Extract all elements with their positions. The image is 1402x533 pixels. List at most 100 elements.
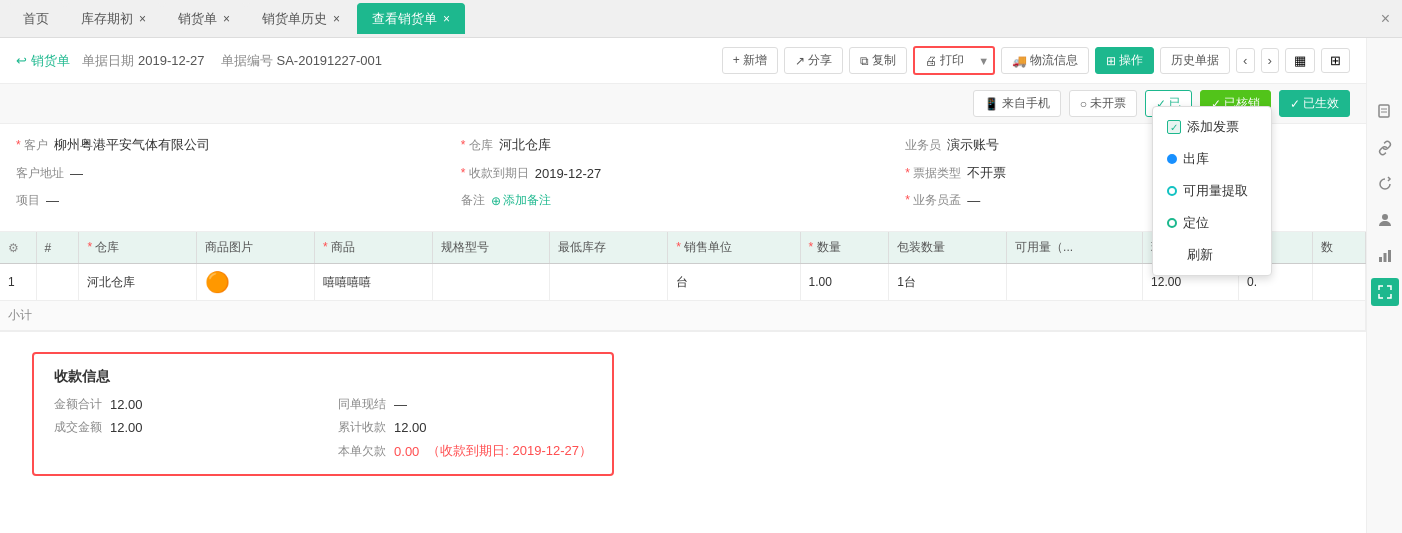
effect-status-btn[interactable]: ✓ 已生效: [1279, 90, 1350, 117]
dropdown-item-refresh[interactable]: 刷新: [1153, 239, 1271, 271]
ops-icon: ⊞: [1106, 54, 1116, 68]
form-row-1: 客户 柳州粤港平安气体有限公司 仓库 河北仓库 业务员 演示账号: [16, 136, 1350, 154]
sidebar-doc-icon[interactable]: [1371, 98, 1399, 126]
next-button[interactable]: ›: [1261, 48, 1279, 73]
col-settings[interactable]: ⚙: [0, 232, 36, 264]
tab-view-sales[interactable]: 查看销货单 ×: [357, 3, 465, 34]
row-extra: [1313, 264, 1366, 301]
cumulative-value: 12.00: [394, 420, 427, 435]
outbound-radio-icon: [1167, 154, 1177, 164]
staff-field: 业务员 演示账号: [905, 136, 1350, 154]
mobile-status-btn[interactable]: 📱 来自手机: [973, 90, 1061, 117]
invoice-icon: ○: [1080, 97, 1087, 111]
remark-label: 备注: [461, 192, 485, 209]
doc-meta: 单据日期 2019-12-27 单据编号 SA-20191227-001: [82, 52, 382, 70]
project-value: —: [46, 193, 59, 208]
print-dropdown-arrow[interactable]: ▼: [974, 51, 993, 71]
payment-info-box: 收款信息 金额合计 12.00 同单现结 — 成交金额 12.00: [32, 352, 614, 476]
cumulative-label: 累计收款: [338, 419, 386, 436]
col-warehouse: 仓库: [79, 232, 197, 264]
svg-rect-4: [1379, 257, 1382, 262]
available-radio-icon: [1167, 186, 1177, 196]
customer-label: 客户: [16, 137, 48, 154]
col-more: 数: [1313, 232, 1366, 264]
tab-home[interactable]: 首页: [8, 3, 64, 34]
sidebar-chart-icon[interactable]: [1371, 242, 1399, 270]
dropdown-item-outbound[interactable]: 出库: [1153, 143, 1271, 175]
doc-header: ↩ 销货单 单据日期 2019-12-27 单据编号 SA-20191227-0…: [0, 38, 1366, 84]
row-sales-unit: 台: [668, 264, 800, 301]
subtotal-row: 小计: [0, 301, 1366, 331]
arrears-value: 0.00: [394, 444, 419, 459]
total-amount-item: 金额合计 12.00: [54, 396, 308, 413]
dropdown-item-available[interactable]: 可用量提取: [1153, 175, 1271, 207]
row-num: 1: [0, 264, 36, 301]
transaction-value: 12.00: [110, 420, 143, 435]
same-order-item: 同单现结 —: [338, 396, 592, 413]
col-sales-unit: 销售单位: [668, 232, 800, 264]
dropdown-item-location[interactable]: 定位: [1153, 207, 1271, 239]
project-label: 项目: [16, 192, 40, 209]
close-inventory-tab[interactable]: ×: [139, 12, 146, 26]
copy-button[interactable]: ⧉ 复制: [849, 47, 907, 74]
warehouse-label: 仓库: [461, 137, 493, 154]
col-quantity: 数量: [800, 232, 889, 264]
copy-icon: ⧉: [860, 54, 869, 68]
invoice-checkbox-icon: ✓: [1167, 120, 1181, 134]
new-button[interactable]: + 新增: [722, 47, 778, 74]
share-button[interactable]: ↗ 分享: [784, 47, 843, 74]
close-sales-tab[interactable]: ×: [223, 12, 230, 26]
sidebar-link-icon[interactable]: [1371, 134, 1399, 162]
tab-inventory-start[interactable]: 库存期初 ×: [66, 3, 161, 34]
tab-sales-history[interactable]: 销货单历史 ×: [247, 3, 355, 34]
staff-value: 演示账号: [947, 136, 999, 154]
effect-icon: ✓: [1290, 97, 1300, 111]
biz-staff-field: 业务员孟 —: [905, 192, 1350, 209]
staff-label: 业务员: [905, 137, 941, 154]
mobile-icon: 📱: [984, 97, 999, 111]
prev-button[interactable]: ‹: [1236, 48, 1254, 73]
svg-rect-6: [1388, 250, 1391, 262]
row-seq: [36, 264, 79, 301]
settings-icon[interactable]: ⚙: [8, 241, 19, 255]
invoice-status-btn[interactable]: ○ 未开票: [1069, 90, 1137, 117]
history-button[interactable]: 历史单据: [1160, 47, 1230, 74]
location-radio-icon: [1167, 218, 1177, 228]
row-available: [1007, 264, 1143, 301]
sidebar-expand-icon[interactable]: [1371, 278, 1399, 306]
number-label: 单据编号: [221, 52, 273, 70]
arrears-label: 本单欠款: [338, 443, 386, 460]
right-sidebar: [1366, 38, 1402, 533]
row-warehouse: 河北仓库: [79, 264, 197, 301]
svg-rect-0: [1379, 105, 1389, 117]
transaction-item: 成交金额 12.00: [54, 419, 308, 436]
tab-bar: 首页 库存期初 × 销货单 × 销货单历史 × 查看销货单 × ×: [0, 0, 1402, 38]
close-history-tab[interactable]: ×: [333, 12, 340, 26]
svg-rect-5: [1383, 253, 1386, 262]
print-button[interactable]: 🖨 打印: [915, 48, 974, 73]
tab-sales-order[interactable]: 销货单 ×: [163, 3, 245, 34]
add-remark-btn[interactable]: ⊕ 添加备注: [491, 192, 551, 209]
grid-view-1[interactable]: ▦: [1285, 48, 1315, 73]
sidebar-rotate-icon[interactable]: [1371, 170, 1399, 198]
ticket-type-field: 票据类型 不开票: [905, 164, 1350, 182]
due-date-field: 收款到期日 2019-12-27: [461, 165, 906, 182]
dropdown-item-invoice[interactable]: ✓ 添加发票: [1153, 111, 1271, 143]
col-num: #: [36, 232, 79, 264]
ops-button[interactable]: ⊞ 操作: [1095, 47, 1154, 74]
grid-view-2[interactable]: ⊞: [1321, 48, 1350, 73]
col-spec: 规格型号: [432, 232, 550, 264]
sidebar-user-icon[interactable]: [1371, 206, 1399, 234]
close-view-tab[interactable]: ×: [443, 12, 450, 26]
logistics-button[interactable]: 🚚 物流信息: [1001, 47, 1089, 74]
row-spec: [432, 264, 550, 301]
product-image: 🟠: [205, 271, 230, 293]
ticket-type-label: 票据类型: [905, 165, 961, 182]
biz-staff-label: 业务员孟: [905, 192, 961, 209]
close-all-tabs[interactable]: ×: [1381, 10, 1390, 28]
same-order-value: —: [394, 397, 407, 412]
print-highlight: 🖨 打印 ▼: [913, 46, 995, 75]
row-min-stock: [550, 264, 668, 301]
cumulative-item: 累计收款 12.00: [338, 419, 592, 436]
row-product: 嘻嘻嘻嘻: [314, 264, 432, 301]
